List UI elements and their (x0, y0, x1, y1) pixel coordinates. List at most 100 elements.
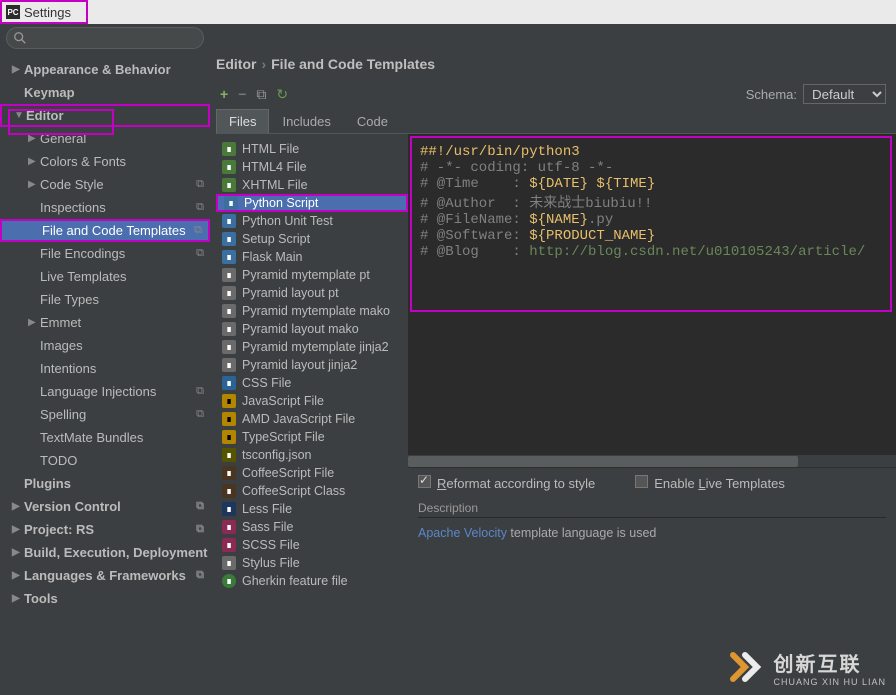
tab-code[interactable]: Code (344, 109, 401, 133)
template-item-gherkin-feature-file[interactable]: ∎Gherkin feature file (216, 572, 408, 590)
refresh-button[interactable]: ↻ (276, 86, 288, 103)
apache-velocity-link[interactable]: Apache Velocity (418, 526, 507, 540)
breadcrumb-parent[interactable]: Editor (216, 56, 256, 72)
tree-item-todo[interactable]: TODO (0, 449, 210, 472)
window-titlebar: PC Settings (0, 0, 88, 24)
template-item-amd-javascript-file[interactable]: ∎AMD JavaScript File (216, 410, 408, 428)
template-item-tsconfig-json[interactable]: ∎tsconfig.json (216, 446, 408, 464)
search-input[interactable] (6, 27, 204, 49)
tree-item-inspections[interactable]: Inspections ⧉ (0, 196, 210, 219)
template-item-label: Python Script (244, 196, 318, 210)
tree-item-label: Project: RS (24, 522, 94, 537)
tree-item-live-templates[interactable]: Live Templates (0, 265, 210, 288)
file-type-icon: ∎ (222, 484, 236, 498)
scope-icon: ⧉ (196, 201, 204, 214)
template-item-pyramid-layout-jinja2[interactable]: ∎Pyramid layout jinja2 (216, 356, 408, 374)
template-item-pyramid-mytemplate-mako[interactable]: ∎Pyramid mytemplate mako (216, 302, 408, 320)
tree-item-file-encodings[interactable]: File Encodings ⧉ (0, 242, 210, 265)
scope-icon: ⧉ (196, 247, 204, 260)
scope-icon: ⧉ (196, 385, 204, 398)
tree-item-tools[interactable]: ▶Tools (0, 587, 210, 610)
template-item-javascript-file[interactable]: ∎JavaScript File (216, 392, 408, 410)
template-item-sass-file[interactable]: ∎Sass File (216, 518, 408, 536)
template-item-css-file[interactable]: ∎CSS File (216, 374, 408, 392)
template-item-setup-script[interactable]: ∎Setup Script (216, 230, 408, 248)
tree-item-keymap[interactable]: Keymap (0, 81, 210, 104)
schema-select[interactable]: Default (803, 84, 886, 104)
template-item-html4-file[interactable]: ∎HTML4 File (216, 158, 408, 176)
template-item-label: Pyramid mytemplate mako (242, 304, 390, 318)
settings-tree[interactable]: ▶Appearance & BehaviorKeymap▼Editor▶Gene… (0, 54, 210, 695)
tab-files[interactable]: Files (216, 109, 269, 134)
tree-item-label: File and Code Templates (42, 223, 186, 238)
horizontal-scrollbar[interactable] (408, 454, 896, 467)
tree-item-intentions[interactable]: Intentions (0, 357, 210, 380)
template-item-pyramid-mytemplate-jinja2[interactable]: ∎Pyramid mytemplate jinja2 (216, 338, 408, 356)
file-type-icon: ∎ (222, 142, 236, 156)
template-item-html-file[interactable]: ∎HTML File (216, 140, 408, 158)
template-code-editor[interactable]: ##!/usr/bin/python3 # -*- coding: utf-8 … (408, 134, 896, 454)
remove-template-button[interactable]: − (238, 86, 246, 102)
template-file-list[interactable]: ∎HTML File∎HTML4 File∎XHTML File∎Python … (216, 134, 408, 695)
tree-item-language-injections[interactable]: Language Injections⧉ (0, 380, 210, 403)
template-item-coffeescript-file[interactable]: ∎CoffeeScript File (216, 464, 408, 482)
template-item-pyramid-layout-mako[interactable]: ∎Pyramid layout mako (216, 320, 408, 338)
template-item-xhtml-file[interactable]: ∎XHTML File (216, 176, 408, 194)
schema-label: Schema: (746, 87, 797, 102)
tree-item-languages-frameworks[interactable]: ▶Languages & Frameworks⧉ (0, 564, 210, 587)
template-item-label: Less File (242, 502, 292, 516)
tree-item-label: Appearance & Behavior (24, 62, 171, 77)
template-item-label: SCSS File (242, 538, 300, 552)
tree-item-editor[interactable]: ▼Editor (0, 104, 210, 127)
template-item-coffeescript-class[interactable]: ∎CoffeeScript Class (216, 482, 408, 500)
app-icon: PC (6, 5, 20, 19)
tree-item-images[interactable]: Images (0, 334, 210, 357)
file-type-icon: ∎ (222, 340, 236, 354)
template-item-flask-main[interactable]: ∎Flask Main (216, 248, 408, 266)
file-type-icon: ∎ (222, 178, 236, 192)
template-item-label: Pyramid layout pt (242, 286, 339, 300)
file-type-icon: ∎ (222, 160, 236, 174)
template-item-label: CoffeeScript File (242, 466, 334, 480)
tree-item-project-rs[interactable]: ▶Project: RS⧉ (0, 518, 210, 541)
tree-item-label: Version Control (24, 499, 121, 514)
enable-live-templates-checkbox[interactable]: Enable Live Templates (635, 475, 785, 491)
template-item-scss-file[interactable]: ∎SCSS File (216, 536, 408, 554)
reformat-checkbox[interactable]: Reformat according to style (418, 475, 595, 491)
tree-item-label: File Encodings (40, 246, 125, 261)
template-item-less-file[interactable]: ∎Less File (216, 500, 408, 518)
template-item-python-script[interactable]: ∎Python Script (216, 194, 408, 212)
tree-item-spelling[interactable]: Spelling⧉ (0, 403, 210, 426)
tree-item-label: Intentions (40, 361, 96, 376)
tree-item-label: Inspections (40, 200, 106, 215)
scope-icon: ⧉ (196, 569, 204, 582)
tree-item-file-and-code-templates[interactable]: File and Code Templates⧉ (0, 219, 210, 242)
template-item-pyramid-layout-pt[interactable]: ∎Pyramid layout pt (216, 284, 408, 302)
tree-item-label: Build, Execution, Deployment (24, 545, 207, 560)
tree-item-code-style[interactable]: ▶Code Style⧉ (0, 173, 210, 196)
description-text: Apache Velocity template language is use… (418, 526, 886, 540)
tree-item-colors-fonts[interactable]: ▶Colors & Fonts (0, 150, 210, 173)
template-item-label: tsconfig.json (242, 448, 311, 462)
file-type-icon: ∎ (222, 574, 236, 588)
breadcrumb: Editor › File and Code Templates (216, 52, 435, 76)
template-item-stylus-file[interactable]: ∎Stylus File (216, 554, 408, 572)
tree-item-plugins[interactable]: Plugins (0, 472, 210, 495)
tree-item-appearance-behavior[interactable]: ▶Appearance & Behavior (0, 58, 210, 81)
copy-template-button[interactable]: ⧉ (256, 86, 266, 103)
file-type-icon: ∎ (222, 412, 236, 426)
expand-arrow-icon: ▼ (14, 110, 26, 121)
tree-item-general[interactable]: ▶General (0, 127, 210, 150)
template-item-pyramid-mytemplate-pt[interactable]: ∎Pyramid mytemplate pt (216, 266, 408, 284)
tree-item-version-control[interactable]: ▶Version Control⧉ (0, 495, 210, 518)
template-item-typescript-file[interactable]: ∎TypeScript File (216, 428, 408, 446)
expand-arrow-icon: ▶ (12, 64, 24, 75)
tree-item-label: Live Templates (40, 269, 126, 284)
tree-item-build-execution-deployment[interactable]: ▶Build, Execution, Deployment (0, 541, 210, 564)
template-item-python-unit-test[interactable]: ∎Python Unit Test (216, 212, 408, 230)
add-template-button[interactable]: + (220, 86, 228, 102)
tab-includes[interactable]: Includes (269, 109, 343, 133)
tree-item-textmate-bundles[interactable]: TextMate Bundles (0, 426, 210, 449)
tree-item-file-types[interactable]: File Types (0, 288, 210, 311)
tree-item-emmet[interactable]: ▶Emmet (0, 311, 210, 334)
